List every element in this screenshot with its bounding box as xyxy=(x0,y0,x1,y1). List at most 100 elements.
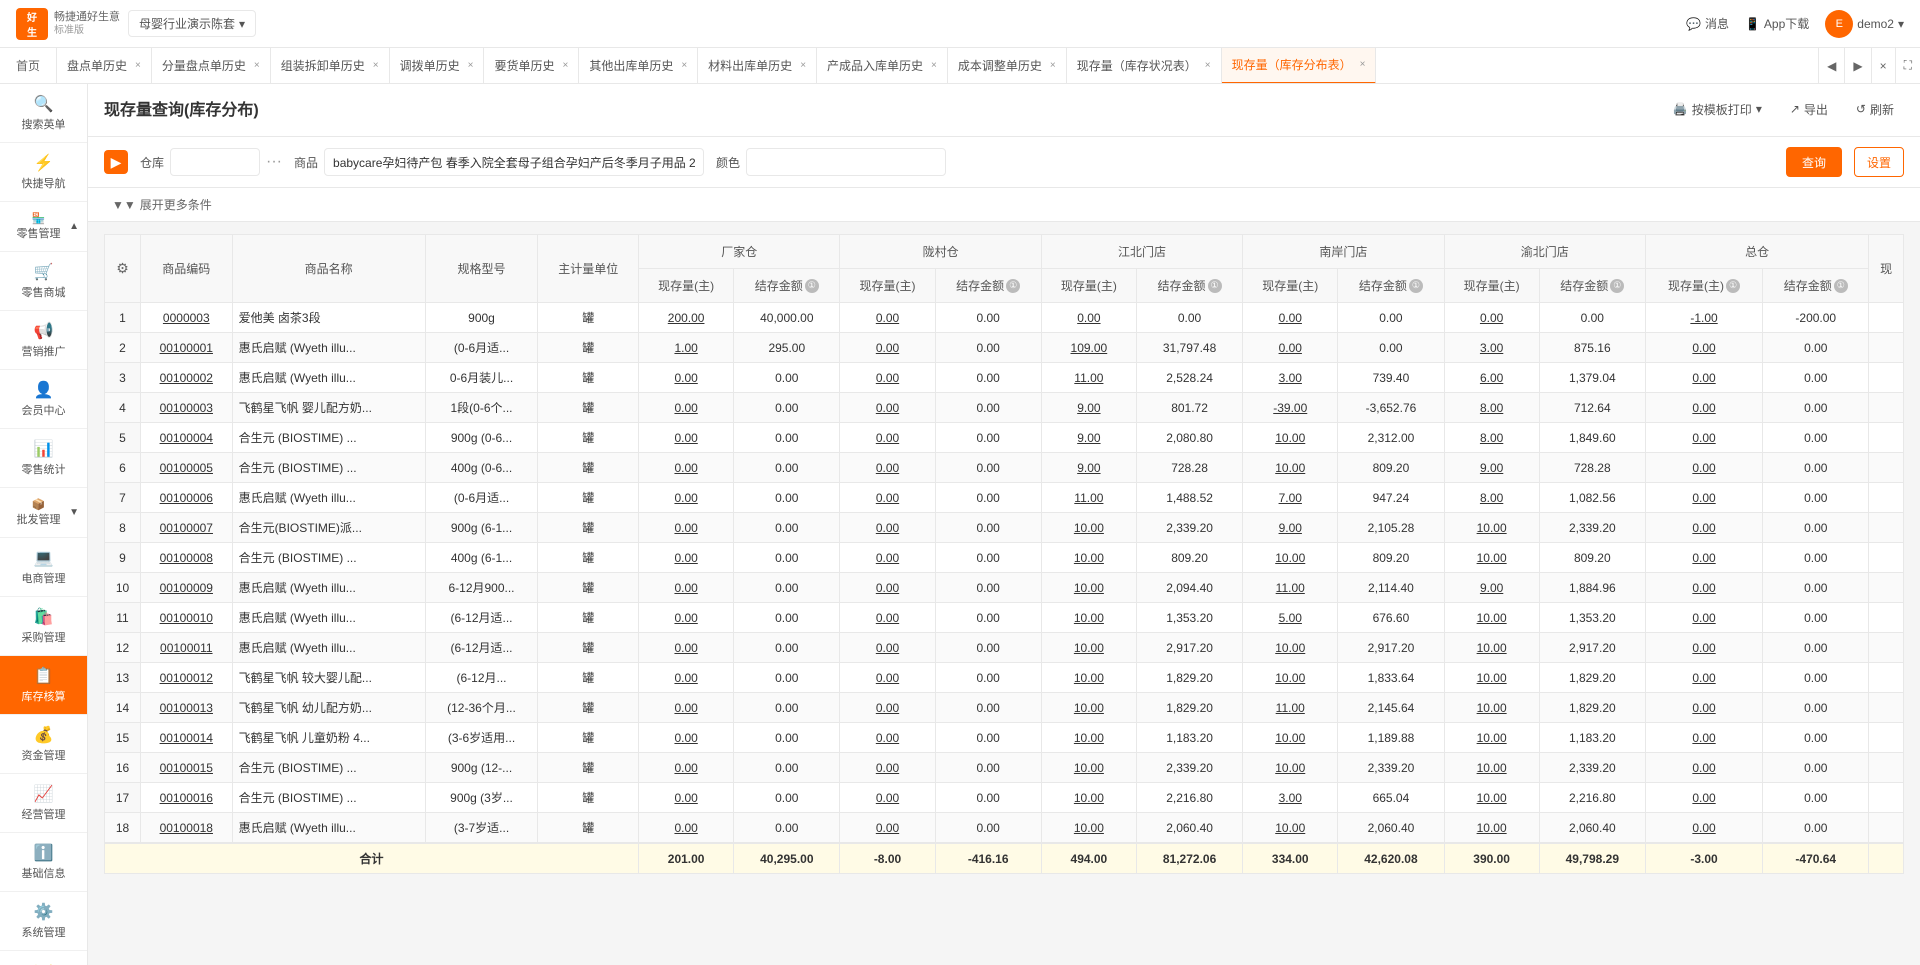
row-yubei-qty[interactable]: 10.00 xyxy=(1444,723,1539,753)
tab-qitachu[interactable]: 其他出库单历史 × xyxy=(579,48,698,84)
row-total-qty[interactable]: 0.00 xyxy=(1645,693,1762,723)
row-total-qty[interactable]: 0.00 xyxy=(1645,393,1762,423)
row-longcun-qty[interactable]: 0.00 xyxy=(840,633,935,663)
tab-next-btn[interactable]: ▶ xyxy=(1844,48,1870,84)
row-total-qty[interactable]: 0.00 xyxy=(1645,753,1762,783)
row-jiangbei-qty[interactable]: 10.00 xyxy=(1041,753,1136,783)
row-code[interactable]: 00100003 xyxy=(141,393,233,423)
row-jiangbei-qty[interactable]: 10.00 xyxy=(1041,543,1136,573)
row-total-qty[interactable]: 0.00 xyxy=(1645,333,1762,363)
row-yubei-qty[interactable]: 10.00 xyxy=(1444,543,1539,573)
row-code[interactable]: 00100018 xyxy=(141,813,233,844)
row-code[interactable]: 00100014 xyxy=(141,723,233,753)
row-changjiacao-qty[interactable]: 0.00 xyxy=(639,483,734,513)
row-nanan-qty[interactable]: 10.00 xyxy=(1243,633,1338,663)
tab-chengpin[interactable]: 产成品入库单历史 × xyxy=(817,48,948,84)
row-nanan-qty[interactable]: 10.00 xyxy=(1243,423,1338,453)
row-yubei-qty[interactable]: 8.00 xyxy=(1444,423,1539,453)
row-yubei-qty[interactable]: 10.00 xyxy=(1444,513,1539,543)
sidebar-item-system[interactable]: ⚙️ 系统管理 xyxy=(0,892,87,951)
row-jiangbei-qty[interactable]: 10.00 xyxy=(1041,783,1136,813)
row-longcun-qty[interactable]: 0.00 xyxy=(840,663,935,693)
tab-close-qitachu[interactable]: × xyxy=(681,60,687,71)
row-nanan-qty[interactable]: 10.00 xyxy=(1243,663,1338,693)
row-yubei-qty[interactable]: 8.00 xyxy=(1444,483,1539,513)
expand-more-btn[interactable]: ▼▼ 展开更多条件 xyxy=(104,192,1904,217)
row-nanan-qty[interactable]: 10.00 xyxy=(1243,753,1338,783)
row-code[interactable]: 00100006 xyxy=(141,483,233,513)
sidebar-item-member[interactable]: 👤 会员中心 xyxy=(0,370,87,429)
row-total-qty[interactable]: 0.00 xyxy=(1645,513,1762,543)
tab-chengbentiao[interactable]: 成本调整单历史 × xyxy=(948,48,1067,84)
row-code[interactable]: 00100010 xyxy=(141,603,233,633)
row-longcun-qty[interactable]: 0.00 xyxy=(840,573,935,603)
app-download-button[interactable]: 📱 App下载 xyxy=(1745,15,1809,32)
tab-close-chengbentiao[interactable]: × xyxy=(1050,60,1056,71)
row-changjiacao-qty[interactable]: 0.00 xyxy=(639,723,734,753)
tab-close-xiancun-dist[interactable]: × xyxy=(1360,59,1366,70)
row-nanan-qty[interactable]: 10.00 xyxy=(1243,723,1338,753)
refresh-button[interactable]: ↺ 刷新 xyxy=(1846,97,1904,122)
tab-cailiaoch[interactable]: 材料出库单历史 × xyxy=(698,48,817,84)
row-nanan-qty[interactable]: 9.00 xyxy=(1243,513,1338,543)
row-jiangbei-qty[interactable]: 10.00 xyxy=(1041,663,1136,693)
th-settings[interactable]: ⚙ xyxy=(105,235,141,303)
row-total-qty[interactable]: 0.00 xyxy=(1645,603,1762,633)
sidebar-item-ecommerce[interactable]: 💻 电商管理 xyxy=(0,538,87,597)
row-yubei-qty[interactable]: 10.00 xyxy=(1444,633,1539,663)
row-code[interactable]: 00100009 xyxy=(141,573,233,603)
row-nanan-qty[interactable]: 0.00 xyxy=(1243,333,1338,363)
row-changjiacao-qty[interactable]: 0.00 xyxy=(639,363,734,393)
industry-select[interactable]: 母婴行业演示陈套 ▾ xyxy=(128,10,256,37)
row-jiangbei-qty[interactable]: 11.00 xyxy=(1041,483,1136,513)
tab-expand-btn[interactable]: ⛶ xyxy=(1895,48,1920,84)
row-nanan-qty[interactable]: 11.00 xyxy=(1243,693,1338,723)
tab-prev-btn[interactable]: ◀ xyxy=(1818,48,1844,84)
sidebar-item-collab[interactable]: 🤝 企业协同 xyxy=(0,951,87,965)
row-yubei-qty[interactable]: 10.00 xyxy=(1444,813,1539,844)
row-yubei-qty[interactable]: 8.00 xyxy=(1444,393,1539,423)
row-changjiacao-qty[interactable]: 200.00 xyxy=(639,303,734,333)
row-jiangbei-qty[interactable]: 10.00 xyxy=(1041,603,1136,633)
row-yubei-qty[interactable]: 9.00 xyxy=(1444,453,1539,483)
row-nanan-qty[interactable]: 3.00 xyxy=(1243,783,1338,813)
row-total-qty[interactable]: 0.00 xyxy=(1645,573,1762,603)
row-total-qty[interactable]: 0.00 xyxy=(1645,723,1762,753)
row-jiangbei-qty[interactable]: 9.00 xyxy=(1041,393,1136,423)
print-button[interactable]: 🖨️ 按模板打印 ▾ xyxy=(1663,97,1772,122)
tab-xiancun-dist[interactable]: 现存量（库存分布表） × xyxy=(1222,48,1377,84)
row-code[interactable]: 00100002 xyxy=(141,363,233,393)
sidebar-item-mall[interactable]: 🛒 零售商城 xyxy=(0,252,87,311)
row-code[interactable]: 00100012 xyxy=(141,663,233,693)
tab-pandian[interactable]: 盘点单历史 × xyxy=(57,48,152,84)
row-jiangbei-qty[interactable]: 11.00 xyxy=(1041,363,1136,393)
row-yubei-qty[interactable]: 0.00 xyxy=(1444,303,1539,333)
row-code[interactable]: 00100011 xyxy=(141,633,233,663)
row-changjiacao-qty[interactable]: 0.00 xyxy=(639,573,734,603)
row-changjiacao-qty[interactable]: 0.00 xyxy=(639,783,734,813)
sidebar-item-base[interactable]: ℹ️ 基础信息 xyxy=(0,833,87,892)
row-code[interactable]: 00100005 xyxy=(141,453,233,483)
search-toggle-btn[interactable]: ▶ xyxy=(104,150,128,174)
row-yubei-qty[interactable]: 10.00 xyxy=(1444,603,1539,633)
row-longcun-qty[interactable]: 0.00 xyxy=(840,813,935,844)
color-input[interactable] xyxy=(746,148,946,176)
row-longcun-qty[interactable]: 0.00 xyxy=(840,363,935,393)
row-nanan-qty[interactable]: 0.00 xyxy=(1243,303,1338,333)
tab-home[interactable]: 首页 xyxy=(0,48,57,84)
user-menu[interactable]: E demo2 ▾ xyxy=(1825,10,1904,38)
row-jiangbei-qty[interactable]: 0.00 xyxy=(1041,303,1136,333)
row-yubei-qty[interactable]: 3.00 xyxy=(1444,333,1539,363)
row-code[interactable]: 00100015 xyxy=(141,753,233,783)
sidebar-item-nav[interactable]: ⚡ 快捷导航 xyxy=(0,143,87,202)
settings-button[interactable]: 设置 xyxy=(1854,147,1904,177)
row-total-qty[interactable]: 0.00 xyxy=(1645,363,1762,393)
row-nanan-qty[interactable]: 7.00 xyxy=(1243,483,1338,513)
row-longcun-qty[interactable]: 0.00 xyxy=(840,513,935,543)
row-longcun-qty[interactable]: 0.00 xyxy=(840,723,935,753)
row-yubei-qty[interactable]: 10.00 xyxy=(1444,783,1539,813)
row-code[interactable]: 00100001 xyxy=(141,333,233,363)
tab-fenpandian[interactable]: 分量盘点单历史 × xyxy=(152,48,271,84)
row-changjiacao-qty[interactable]: 1.00 xyxy=(639,333,734,363)
row-longcun-qty[interactable]: 0.00 xyxy=(840,453,935,483)
